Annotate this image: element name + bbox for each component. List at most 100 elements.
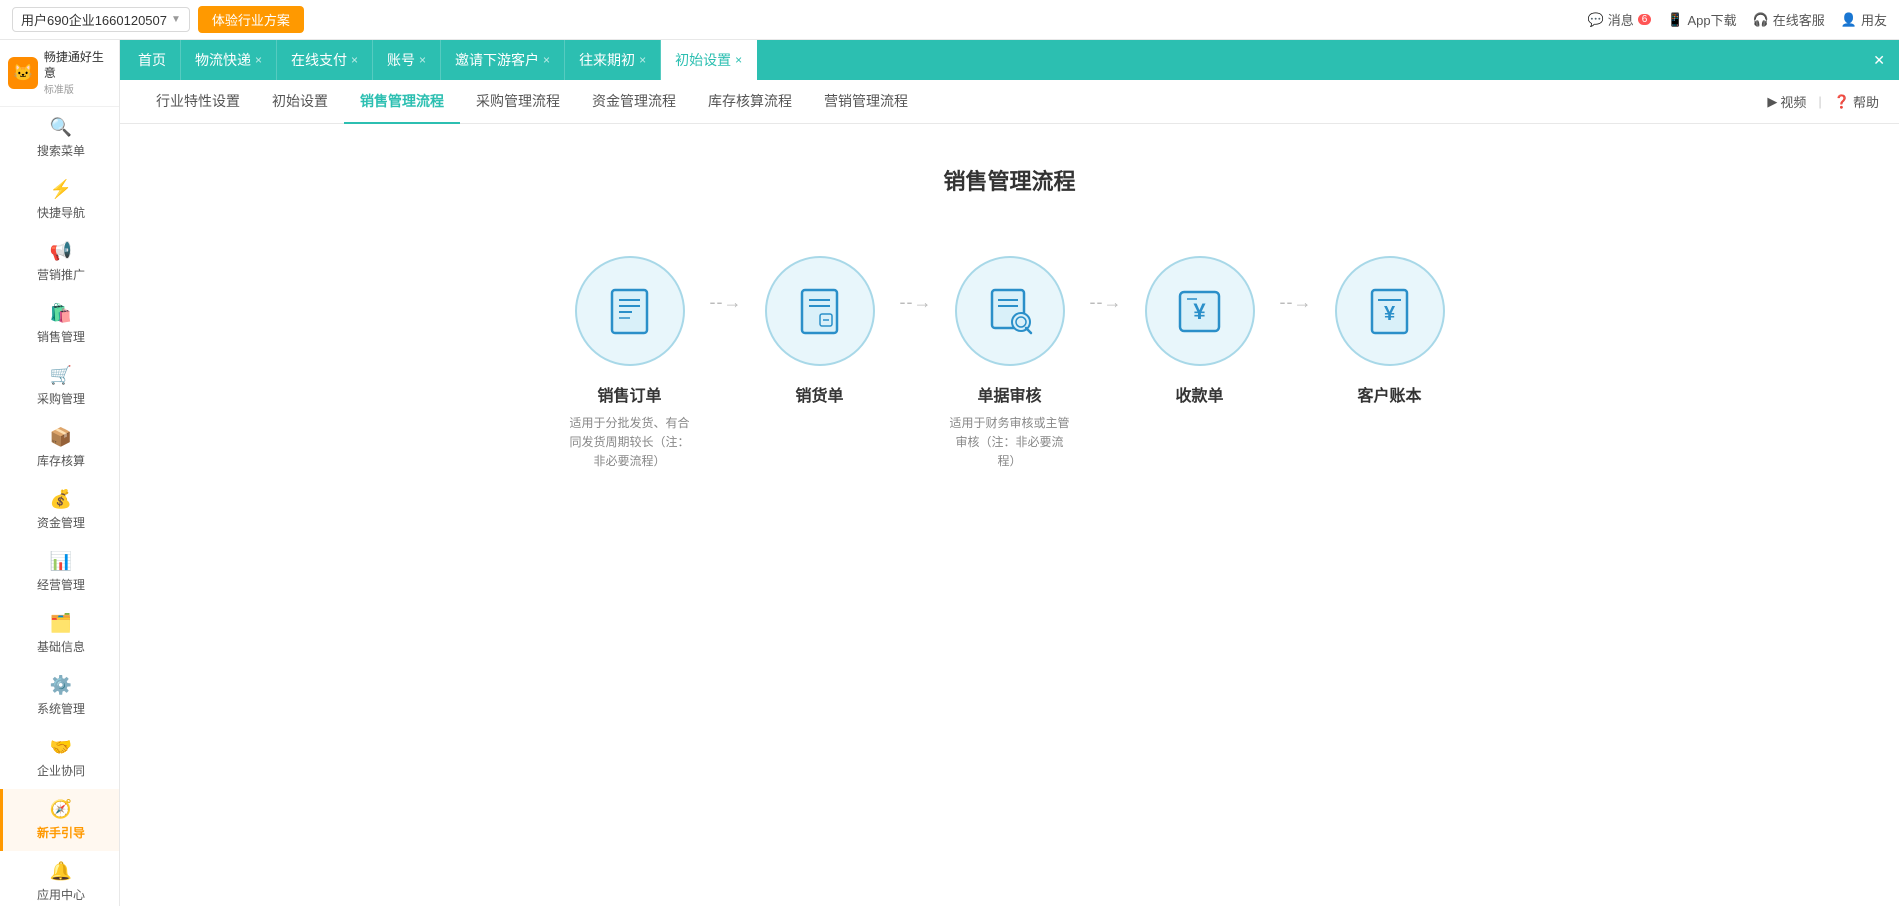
sub-tab-sales-flow[interactable]: 销售管理流程 bbox=[344, 80, 460, 124]
guide-icon: 🧭 bbox=[50, 799, 72, 820]
service-item[interactable]: 🎧 在线客服 bbox=[1753, 10, 1825, 29]
flow-circle-review bbox=[955, 256, 1065, 366]
tab-home[interactable]: 首页 bbox=[124, 40, 181, 80]
flow-step-receipt[interactable]: ¥ 收款单 bbox=[1130, 256, 1270, 414]
tab-invite[interactable]: 邀请下游客户 × bbox=[441, 40, 565, 80]
avatar-icon: 👤 bbox=[1841, 12, 1857, 28]
divider: | bbox=[1818, 94, 1821, 109]
sidebar-label-inventory: 库存核算 bbox=[37, 452, 85, 469]
arrow-dots-1: - - → bbox=[710, 292, 740, 313]
sidebar-item-search[interactable]: 🔍 搜索菜单 bbox=[0, 107, 119, 169]
sidebar-label-system: 系统管理 bbox=[37, 700, 85, 717]
sidebar-item-quicknav[interactable]: ⚡ 快捷导航 bbox=[0, 169, 119, 231]
sub-tab-purchase-flow[interactable]: 采购管理流程 bbox=[460, 80, 576, 124]
app-download-item[interactable]: 📱 App下载 bbox=[1667, 10, 1736, 29]
video-label: 视频 bbox=[1780, 92, 1806, 111]
trial-button[interactable]: 体验行业方案 bbox=[198, 6, 304, 33]
sub-tab-industry[interactable]: 行业特性设置 bbox=[140, 80, 256, 124]
close-all-tabs[interactable]: ✕ bbox=[1863, 52, 1895, 69]
user-label: 用户690企业1660120507 bbox=[21, 10, 167, 29]
sub-tab-purchase-flow-label: 采购管理流程 bbox=[476, 91, 560, 111]
message-item[interactable]: 💬 消息 6 bbox=[1588, 10, 1652, 29]
quicknav-icon: ⚡ bbox=[50, 179, 72, 200]
flow-arrow-3: - - → bbox=[1080, 256, 1130, 313]
tab-account-label: 账号 bbox=[387, 50, 415, 70]
svg-text:¥: ¥ bbox=[1384, 303, 1396, 325]
tab-init-setup[interactable]: 初始设置 × bbox=[661, 40, 757, 80]
tab-logistics[interactable]: 物流快递 × bbox=[181, 40, 277, 80]
tab-init-setup-label: 初始设置 bbox=[675, 50, 731, 70]
sidebar-item-sales[interactable]: 🛍️ 销售管理 bbox=[0, 293, 119, 355]
flow-name-account: 客户账本 bbox=[1357, 382, 1421, 406]
sub-tab-right: ▶ 视频 | ❓ 帮助 bbox=[1767, 92, 1879, 111]
tab-init-setup-close[interactable]: × bbox=[735, 53, 742, 67]
sub-tab-inventory-calc[interactable]: 库存核算流程 bbox=[692, 80, 808, 124]
tab-history-close[interactable]: × bbox=[639, 53, 646, 67]
sidebar-label-guide: 新手引导 bbox=[37, 824, 85, 841]
user-avatar-item[interactable]: 👤 用友 bbox=[1841, 10, 1887, 29]
sub-tab-init[interactable]: 初始设置 bbox=[256, 80, 344, 124]
flow-step-invoice[interactable]: 销货单 bbox=[750, 256, 890, 414]
sidebar-label-finance: 资金管理 bbox=[37, 514, 85, 531]
arrow-dots-4: - - → bbox=[1280, 292, 1310, 313]
sidebar-item-system[interactable]: ⚙️ 系统管理 bbox=[0, 665, 119, 727]
sidebar-item-finance[interactable]: 💰 资金管理 bbox=[0, 479, 119, 541]
user-selector[interactable]: 用户690企业1660120507 ▼ bbox=[12, 7, 190, 32]
tab-logistics-close[interactable]: × bbox=[255, 53, 262, 67]
sub-tab-finance-flow[interactable]: 资金管理流程 bbox=[576, 80, 692, 124]
operation-icon: 📊 bbox=[50, 551, 72, 572]
sidebar-item-marketing[interactable]: 📢 营销推广 bbox=[0, 231, 119, 293]
content-area: 首页 物流快递 × 在线支付 × 账号 × 邀请下游客户 × 往来期初 × bbox=[120, 40, 1899, 906]
tab-account-close[interactable]: × bbox=[419, 53, 426, 67]
help-link[interactable]: ❓ 帮助 bbox=[1834, 92, 1879, 111]
flow-desc-sales-order: 适用于分批发货、有合同发货周期较长（注：非必要流程） bbox=[570, 414, 690, 472]
tab-logistics-label: 物流快递 bbox=[195, 50, 251, 70]
sidebar-item-operation[interactable]: 📊 经营管理 bbox=[0, 541, 119, 603]
logo-icon: 🐱 bbox=[8, 57, 38, 89]
sidebar-logo: 🐱 畅捷通好生意 标准版 bbox=[0, 40, 119, 107]
page-title: 销售管理流程 bbox=[140, 164, 1879, 196]
message-badge: 6 bbox=[1638, 14, 1652, 25]
logo-sub: 标准版 bbox=[44, 81, 111, 96]
sub-tab-sales-flow-label: 销售管理流程 bbox=[360, 91, 444, 111]
sidebar-item-basic[interactable]: 🗂️ 基础信息 bbox=[0, 603, 119, 665]
sub-tab-marketing-flow[interactable]: 营销管理流程 bbox=[808, 80, 924, 124]
tab-payment-close[interactable]: × bbox=[351, 53, 358, 67]
sales-icon: 🛍️ bbox=[50, 303, 72, 324]
tab-payment[interactable]: 在线支付 × bbox=[277, 40, 373, 80]
flow-name-review: 单据审核 bbox=[977, 382, 1041, 406]
sidebar-item-collab[interactable]: 🤝 企业协同 bbox=[0, 727, 119, 789]
sidebar-label-sales: 销售管理 bbox=[37, 328, 85, 345]
sidebar-item-guide[interactable]: 🧭 新手引导 bbox=[0, 789, 119, 851]
tab-payment-label: 在线支付 bbox=[291, 50, 347, 70]
logo-text: 畅捷通好生意 bbox=[44, 50, 111, 81]
sidebar-item-appstore[interactable]: 🔔 应用中心 bbox=[0, 851, 119, 906]
sidebar-label-basic: 基础信息 bbox=[37, 638, 85, 655]
video-link[interactable]: ▶ 视频 bbox=[1767, 92, 1806, 111]
collab-icon: 🤝 bbox=[50, 737, 72, 758]
flow-step-sales-order[interactable]: 销售订单 适用于分批发货、有合同发货周期较长（注：非必要流程） bbox=[560, 256, 700, 472]
service-label: 在线客服 bbox=[1773, 10, 1825, 29]
flow-arrow-2: - - → bbox=[890, 256, 940, 313]
sidebar-item-inventory[interactable]: 📦 库存核算 bbox=[0, 417, 119, 479]
flow-desc-review: 适用于财务审核或主管审核（注：非必要流程） bbox=[950, 414, 1070, 472]
message-icon: 💬 bbox=[1588, 12, 1604, 28]
sub-tab-inventory-calc-label: 库存核算流程 bbox=[708, 91, 792, 111]
tab-invite-close[interactable]: × bbox=[543, 53, 550, 67]
sidebar-label-operation: 经营管理 bbox=[37, 576, 85, 593]
top-bar-left: 用户690企业1660120507 ▼ 体验行业方案 bbox=[12, 6, 304, 33]
tab-history[interactable]: 往来期初 × bbox=[565, 40, 661, 80]
flow-arrow-1: - - → bbox=[700, 256, 750, 313]
sidebar: 🐱 畅捷通好生意 标准版 🔍 搜索菜单 ⚡ 快捷导航 📢 营销推广 🛍️ 销售管… bbox=[0, 40, 120, 906]
sidebar-label-quicknav: 快捷导航 bbox=[37, 204, 85, 221]
flow-step-account[interactable]: ¥ 客户账本 bbox=[1320, 256, 1460, 414]
sidebar-item-purchase[interactable]: 🛒 采购管理 bbox=[0, 355, 119, 417]
top-bar-right: 💬 消息 6 📱 App下载 🎧 在线客服 👤 用友 bbox=[1588, 10, 1888, 29]
basic-icon: 🗂️ bbox=[50, 613, 72, 634]
flow-step-review[interactable]: 单据审核 适用于财务审核或主管审核（注：非必要流程） bbox=[940, 256, 1080, 472]
message-label: 消息 bbox=[1608, 10, 1634, 29]
tab-account[interactable]: 账号 × bbox=[373, 40, 441, 80]
sub-tabs: 行业特性设置 初始设置 销售管理流程 采购管理流程 资金管理流程 库存核算流程 … bbox=[120, 80, 1899, 124]
flow-diagram: 销售订单 适用于分批发货、有合同发货周期较长（注：非必要流程） - - → bbox=[140, 236, 1879, 492]
username-label: 用友 bbox=[1861, 10, 1887, 29]
